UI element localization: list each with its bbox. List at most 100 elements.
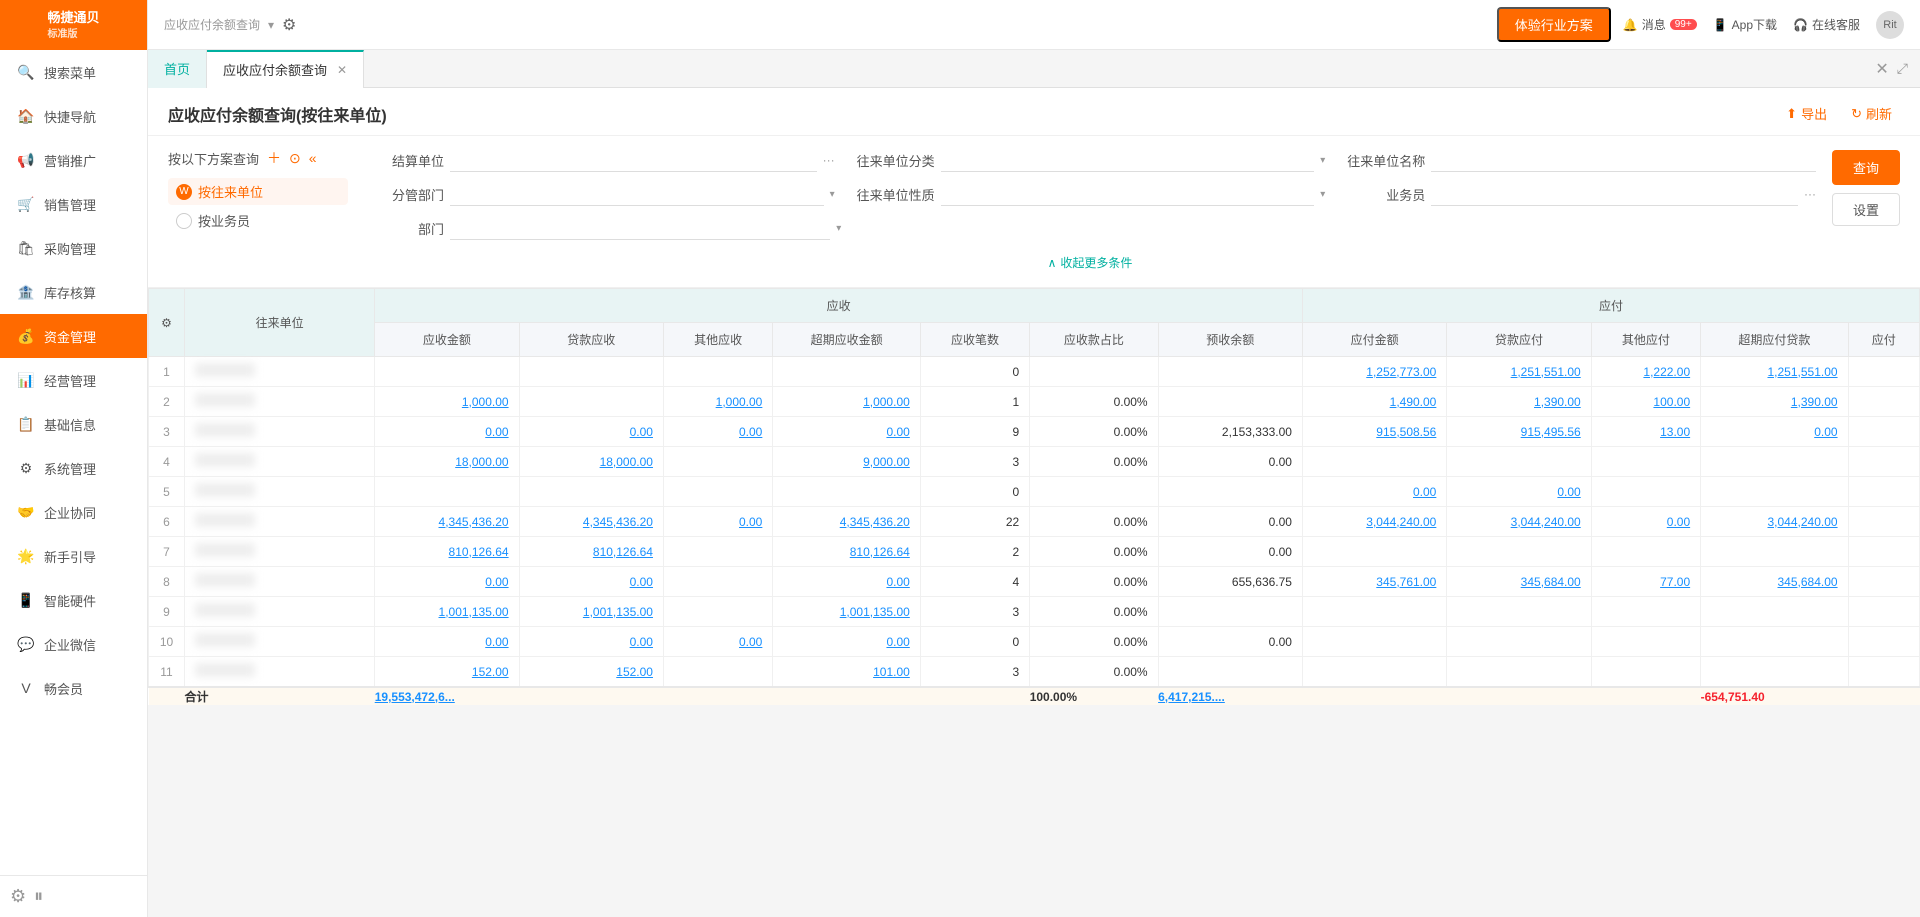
table-cell[interactable]: [663, 657, 772, 688]
table-cell[interactable]: 9,000.00: [773, 447, 920, 477]
table-cell[interactable]: 4,345,436.20: [519, 507, 663, 537]
table-cell[interactable]: [1302, 627, 1446, 657]
tab-bar-close-icon[interactable]: ✕: [1875, 59, 1888, 79]
footer-ar-amount[interactable]: 19,553,472,6...: [375, 687, 519, 705]
col-settings[interactable]: ⚙: [149, 289, 185, 357]
table-cell[interactable]: 152.00: [375, 657, 519, 688]
table-cell[interactable]: 0.00: [375, 567, 519, 597]
collapse-bottom-icon[interactable]: ⏸: [34, 886, 43, 907]
sidebar-item-system[interactable]: ⚙ 系统管理: [0, 446, 147, 490]
table-cell[interactable]: 13.00: [1591, 417, 1700, 447]
dept-input[interactable]: [450, 216, 830, 240]
sidebar-item-quicknav[interactable]: 🏠 快捷导航: [0, 94, 147, 138]
table-cell[interactable]: [663, 477, 772, 507]
settle-unit-ellipsis[interactable]: ···: [823, 153, 835, 167]
scheme-by-partner[interactable]: W 按往来单位: [168, 178, 348, 205]
table-cell[interactable]: 1,000.00: [375, 387, 519, 417]
table-cell[interactable]: [1701, 447, 1848, 477]
table-cell[interactable]: [663, 567, 772, 597]
table-cell[interactable]: 0.00: [663, 507, 772, 537]
notification-action[interactable]: 🔔 消息 99+: [1623, 16, 1697, 33]
tab-home[interactable]: 首页: [148, 50, 207, 88]
tab-close-icon[interactable]: ✕: [337, 63, 347, 77]
table-cell[interactable]: [1591, 477, 1700, 507]
table-cell[interactable]: 0.00: [1701, 417, 1848, 447]
sidebar-item-wechat[interactable]: 💬 企业微信: [0, 622, 147, 666]
table-cell[interactable]: [1701, 657, 1848, 688]
sidebar-item-purchase[interactable]: 🛍 采购管理: [0, 226, 147, 270]
sidebar-item-marketing[interactable]: 📢 营销推广: [0, 138, 147, 182]
table-cell[interactable]: [519, 387, 663, 417]
settings-bottom-icon[interactable]: ⚙: [10, 886, 26, 907]
table-cell[interactable]: 1,490.00: [1302, 387, 1446, 417]
table-cell[interactable]: 915,508.56: [1302, 417, 1446, 447]
table-cell[interactable]: 1,390.00: [1447, 387, 1591, 417]
table-cell[interactable]: 1,251,551.00: [1447, 357, 1591, 387]
header-dropdown-icon[interactable]: ▾: [268, 18, 274, 32]
table-cell[interactable]: 1,390.00: [1701, 387, 1848, 417]
sidebar-item-member[interactable]: V 畅会员: [0, 666, 147, 710]
scheme-by-salesman[interactable]: 按业务员: [168, 207, 348, 234]
settle-unit-input[interactable]: [450, 148, 817, 172]
dept-manager-chevron[interactable]: ▾: [830, 189, 835, 200]
partner-category-input[interactable]: [941, 148, 1315, 172]
table-cell[interactable]: 152.00: [519, 657, 663, 688]
table-cell[interactable]: 100.00: [1591, 387, 1700, 417]
tab-ar-ap[interactable]: 应收应付余额查询 ✕: [207, 50, 364, 88]
sidebar-item-warehouse[interactable]: 🏦 库存核算: [0, 270, 147, 314]
table-cell[interactable]: [1701, 537, 1848, 567]
table-cell[interactable]: 1,251,551.00: [1701, 357, 1848, 387]
table-cell[interactable]: 18,000.00: [519, 447, 663, 477]
table-cell[interactable]: [663, 357, 772, 387]
sidebar-item-operation[interactable]: 📊 经营管理: [0, 358, 147, 402]
table-cell[interactable]: 77.00: [1591, 567, 1700, 597]
sidebar-item-hardware[interactable]: 📱 智能硬件: [0, 578, 147, 622]
customer-service-action[interactable]: 🎧 在线客服: [1793, 16, 1860, 33]
table-cell[interactable]: 4,345,436.20: [375, 507, 519, 537]
sidebar-item-finance[interactable]: 💰 资金管理: [0, 314, 147, 358]
table-cell[interactable]: [1447, 537, 1591, 567]
table-cell[interactable]: 0.00: [773, 417, 920, 447]
table-cell[interactable]: 0.00: [519, 627, 663, 657]
table-cell[interactable]: 3,044,240.00: [1302, 507, 1446, 537]
settings-scheme-icon[interactable]: ⊙: [289, 150, 301, 167]
table-cell[interactable]: [375, 477, 519, 507]
footer-ar-prepay[interactable]: 6,417,215....: [1158, 687, 1302, 705]
query-button[interactable]: 查询: [1832, 150, 1900, 185]
table-cell[interactable]: 810,126.64: [375, 537, 519, 567]
table-cell[interactable]: [1447, 657, 1591, 688]
table-cell[interactable]: [663, 447, 772, 477]
table-cell[interactable]: 0.00: [663, 627, 772, 657]
table-cell[interactable]: [1302, 537, 1446, 567]
table-cell[interactable]: [773, 357, 920, 387]
table-cell[interactable]: 0.00: [519, 567, 663, 597]
add-scheme-icon[interactable]: ＋: [267, 148, 281, 168]
table-cell[interactable]: [773, 477, 920, 507]
table-cell[interactable]: 0.00: [663, 417, 772, 447]
table-cell[interactable]: [1447, 447, 1591, 477]
table-cell[interactable]: [1591, 627, 1700, 657]
table-cell[interactable]: 0.00: [1447, 477, 1591, 507]
salesman-ellipsis[interactable]: ···: [1804, 187, 1816, 201]
table-cell[interactable]: 1,000.00: [773, 387, 920, 417]
table-cell[interactable]: [1447, 627, 1591, 657]
table-cell[interactable]: 0.00: [375, 417, 519, 447]
table-cell[interactable]: [1302, 657, 1446, 688]
header-gear-icon[interactable]: ⚙: [282, 15, 296, 35]
table-cell[interactable]: [1447, 597, 1591, 627]
collapse-scheme-icon[interactable]: «: [309, 150, 317, 166]
table-cell[interactable]: [1701, 627, 1848, 657]
table-cell[interactable]: [1591, 447, 1700, 477]
table-cell[interactable]: [1591, 657, 1700, 688]
table-cell[interactable]: [375, 357, 519, 387]
table-cell[interactable]: 0.00: [375, 627, 519, 657]
table-cell[interactable]: [1302, 597, 1446, 627]
sidebar-item-basic[interactable]: 📋 基础信息: [0, 402, 147, 446]
table-cell[interactable]: [1591, 537, 1700, 567]
partner-nature-chevron[interactable]: ▾: [1320, 189, 1325, 200]
dept-manager-input[interactable]: [450, 182, 824, 206]
table-cell[interactable]: [1591, 597, 1700, 627]
table-cell[interactable]: 1,252,773.00: [1302, 357, 1446, 387]
partner-name-input[interactable]: [1431, 148, 1816, 172]
table-cell[interactable]: 810,126.64: [519, 537, 663, 567]
